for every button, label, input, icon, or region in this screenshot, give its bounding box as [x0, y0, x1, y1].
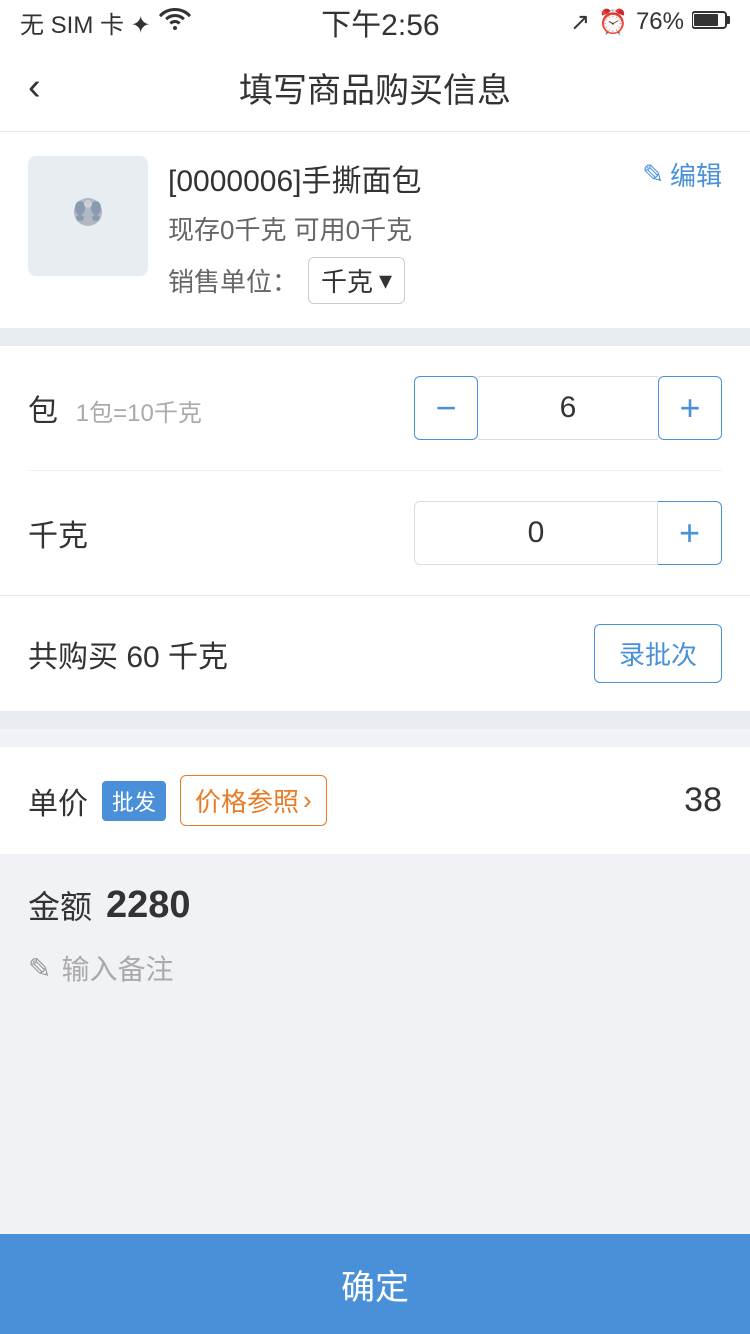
amount-label: 金额 [28, 882, 92, 928]
product-stock: 现存0千克 可用0千克 [168, 210, 722, 247]
summary-row: 共购买 60 千克 录批次 [28, 596, 722, 711]
edit-button[interactable]: ✎ 编辑 [642, 156, 722, 193]
bao-input[interactable] [478, 376, 658, 440]
bao-decrement-button[interactable]: − [414, 376, 478, 440]
separator-1 [0, 328, 750, 346]
back-button[interactable]: ‹ [28, 66, 41, 109]
bao-input-section: 包 1包=10千克 − + 千克 + [0, 346, 750, 595]
price-section: 单价 批发 价格参照 › 38 [0, 747, 750, 854]
product-card: [0000006]手撕面包 现存0千克 可用0千克 销售单位： 千克 ▾ ✎ 编… [0, 132, 750, 328]
product-name: [0000006]手撕面包 [168, 156, 722, 200]
amount-value: 2280 [106, 884, 191, 927]
product-unit: 销售单位： 千克 ▾ [168, 257, 722, 304]
separator-3 [0, 711, 750, 729]
sim-label: 无 SIM 卡 ✦ [20, 5, 151, 40]
kg-increment-button[interactable]: + [658, 501, 722, 565]
price-value: 38 [684, 781, 722, 820]
price-ref-button[interactable]: 价格参照 › [180, 775, 327, 826]
nav-bar: ‹ 填写商品购买信息 [0, 44, 750, 132]
amount-section: 金额 2280 ✎ 输入备注 [0, 854, 750, 1008]
battery-icon [692, 8, 730, 36]
alarm-icon: ⏰ [598, 8, 628, 37]
pencil-icon: ✎ [28, 952, 51, 985]
remark-placeholder: 输入备注 [61, 948, 173, 988]
bao-label: 包 [28, 395, 58, 428]
edit-icon: ✎ [642, 159, 664, 190]
page-title: 填写商品购买信息 [239, 63, 511, 112]
edit-label: 编辑 [670, 156, 722, 193]
status-time: 下午2:56 [321, 0, 439, 44]
status-left: 无 SIM 卡 ✦ [20, 5, 191, 40]
location-icon: ↗ [570, 8, 590, 37]
bao-increment-button[interactable]: + [658, 376, 722, 440]
status-right: ↗ ⏰ 76% [570, 8, 730, 37]
kg-input[interactable] [414, 501, 658, 565]
kg-input-row: 千克 + [28, 471, 722, 595]
remark-row[interactable]: ✎ 输入备注 [28, 948, 722, 1008]
battery-percent: 76% [636, 8, 684, 36]
price-ref-label: 价格参照 [195, 782, 299, 819]
price-label: 单价 [28, 779, 88, 823]
amount-row: 金额 2280 [28, 882, 722, 928]
wifi-icon [159, 8, 191, 37]
bao-label-group: 包 1包=10千克 [28, 386, 202, 430]
kg-controls: + [414, 501, 722, 565]
unit-label: 销售单位： [168, 262, 298, 299]
summary-text: 共购买 60 千克 [28, 632, 228, 676]
product-image [28, 156, 148, 276]
product-info: [0000006]手撕面包 现存0千克 可用0千克 销售单位： 千克 ▾ [168, 156, 722, 304]
kg-label: 千克 [28, 511, 88, 555]
status-bar: 无 SIM 卡 ✦ 下午2:56 ↗ ⏰ 76% [0, 0, 750, 44]
unit-selector[interactable]: 千克 ▾ [308, 257, 405, 304]
bao-controls: − + [414, 376, 722, 440]
price-badge: 批发 [102, 781, 166, 821]
unit-value: 千克 [321, 262, 373, 299]
bao-hint: 1包=10千克 [76, 400, 202, 427]
unit-dropdown-icon: ▾ [379, 265, 392, 296]
bao-input-row: 包 1包=10千克 − + [28, 346, 722, 471]
summary-section: 共购买 60 千克 录批次 [0, 596, 750, 711]
price-ref-arrow-icon: › [303, 785, 312, 816]
price-row: 单价 批发 价格参照 › 38 [28, 775, 722, 826]
batch-button[interactable]: 录批次 [594, 624, 722, 683]
confirm-button[interactable]: 确定 [0, 1234, 750, 1334]
